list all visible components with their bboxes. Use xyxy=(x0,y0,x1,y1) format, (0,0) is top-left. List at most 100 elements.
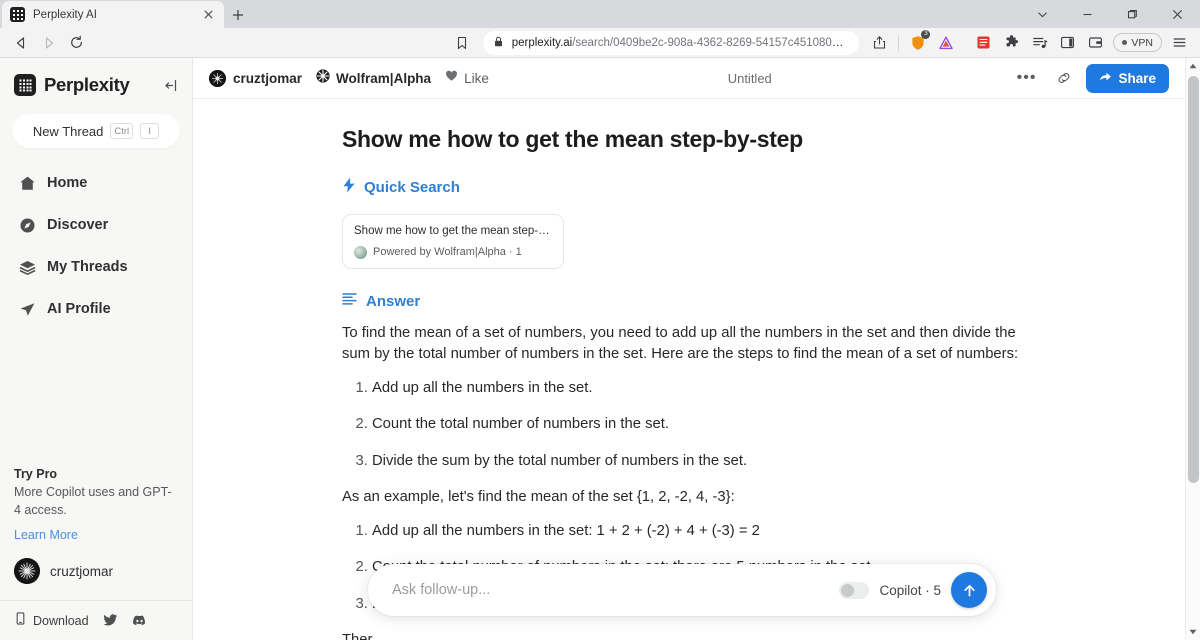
avatar xyxy=(14,558,40,584)
copilot-toggle[interactable] xyxy=(839,581,870,599)
app-sidebar: Perplexity New Thread Ctrl I Home Discov… xyxy=(0,58,193,640)
home-icon xyxy=(18,175,36,192)
new-thread-label: New Thread xyxy=(32,123,104,139)
wallet-icon[interactable] xyxy=(1082,30,1109,56)
address-bar[interactable]: perplexity.ai/search/0409be2c-908a-4362-… xyxy=(482,30,860,55)
main-content: cruztjomar Wolfram|Alpha Like Untitled •… xyxy=(193,58,1185,640)
sidebar-user[interactable]: cruztjomar xyxy=(0,544,192,600)
sidebar-panel-icon[interactable] xyxy=(1054,30,1081,56)
answer-label: Answer xyxy=(366,292,421,310)
sidebar-item-discover[interactable]: Discover xyxy=(0,204,192,246)
followup-bar[interactable]: Ask follow-up... Copilot · 5 xyxy=(368,564,996,616)
scroll-down-arrow-icon[interactable] xyxy=(1189,624,1197,640)
scroll-up-arrow-icon[interactable] xyxy=(1189,58,1197,74)
try-pro-description: More Copilot uses and GPT-4 access. xyxy=(14,484,172,517)
twitter-icon[interactable] xyxy=(103,613,118,628)
browser-tab[interactable]: Perplexity AI xyxy=(2,1,224,28)
followup-input[interactable]: Ask follow-up... xyxy=(392,582,829,598)
lightning-icon xyxy=(342,177,356,198)
sidebar-footer: Download xyxy=(0,600,192,640)
wolfram-source-favicon xyxy=(354,245,367,259)
maximize-icon[interactable] xyxy=(1110,0,1155,28)
shortcut-key-i: I xyxy=(140,123,160,139)
grid-icon xyxy=(10,7,25,22)
scrollbar-track[interactable] xyxy=(1186,74,1200,624)
learn-more-link[interactable]: Learn More xyxy=(14,528,78,542)
collapse-sidebar-icon[interactable] xyxy=(163,78,178,93)
thread-title[interactable]: Untitled xyxy=(503,71,997,86)
close-icon[interactable] xyxy=(1155,0,1200,28)
scrollbar-thumb[interactable] xyxy=(1187,76,1199,483)
sidebar-nav: Home Discover My Threads AI Profile xyxy=(0,162,192,330)
red-extension-icon[interactable] xyxy=(970,30,997,56)
tab-strip: Perplexity AI xyxy=(0,0,1200,28)
brave-triangle-icon[interactable] xyxy=(932,30,959,56)
page-scrollbar[interactable] xyxy=(1185,58,1200,640)
more-options-button[interactable]: ••• xyxy=(1011,69,1043,87)
brave-shield-icon[interactable]: 3 xyxy=(904,29,931,56)
thread-inner: Show me how to get the mean step-by-step… xyxy=(342,125,1028,640)
reload-icon[interactable] xyxy=(63,30,90,56)
source-card-meta-text: Powered by Wolfram|Alpha · 1 xyxy=(373,246,522,259)
chevron-down-icon[interactable] xyxy=(1020,0,1065,28)
source-card[interactable]: Show me how to get the mean step-… Power… xyxy=(342,213,564,269)
try-pro-title: Try Pro xyxy=(14,466,58,481)
sidebar-user-name: cruztjomar xyxy=(50,563,114,579)
new-thread-button[interactable]: New Thread Ctrl I xyxy=(12,114,180,148)
share-button[interactable]: Share xyxy=(1086,63,1169,93)
phone-icon xyxy=(14,611,27,630)
puzzle-icon[interactable] xyxy=(998,30,1025,56)
model-chip[interactable]: Wolfram|Alpha xyxy=(316,68,432,88)
bookmark-icon[interactable] xyxy=(449,30,476,56)
share-icon[interactable] xyxy=(866,30,893,56)
page-title: Show me how to get the mean step-by-step xyxy=(342,126,803,152)
topbar-user[interactable]: cruztjomar xyxy=(209,69,303,87)
brand-name: Perplexity xyxy=(44,74,130,95)
quick-search-header[interactable]: Quick Search xyxy=(342,177,1028,198)
forward-arrow-icon xyxy=(35,30,62,56)
sidebar-item-ai-profile[interactable]: AI Profile xyxy=(0,288,192,330)
close-icon[interactable] xyxy=(200,7,216,23)
avatar xyxy=(209,69,226,87)
shield-badge-count: 3 xyxy=(921,29,931,39)
hamburger-menu-icon[interactable] xyxy=(1166,30,1193,56)
link-icon[interactable] xyxy=(1056,70,1072,86)
playlist-icon[interactable] xyxy=(1026,30,1053,56)
sidebar-label-discover: Discover xyxy=(47,217,109,233)
discord-icon[interactable] xyxy=(132,613,147,628)
vpn-label: VPN xyxy=(1131,36,1153,49)
minimize-icon[interactable] xyxy=(1065,0,1110,28)
send-button[interactable] xyxy=(951,572,987,608)
wolfram-icon xyxy=(316,68,330,88)
answer-header: Answer xyxy=(342,292,1028,311)
compass-icon xyxy=(18,217,36,234)
sidebar-label-ai-profile: AI Profile xyxy=(47,301,111,317)
send-plane-icon xyxy=(18,301,36,318)
source-card-meta: Powered by Wolfram|Alpha · 1 xyxy=(354,245,552,259)
new-tab-button[interactable] xyxy=(224,2,252,28)
copilot-toggle-knob xyxy=(841,583,855,597)
vpn-status-dot xyxy=(1122,40,1128,45)
back-arrow-icon[interactable] xyxy=(7,30,34,56)
sidebar-item-my-threads[interactable]: My Threads xyxy=(0,246,192,288)
download-link[interactable]: Download xyxy=(14,611,89,630)
list-item: Add up all the numbers in the set: 1 + 2… xyxy=(372,521,1028,542)
share-arrow-icon xyxy=(1099,70,1112,86)
answer-intro: To find the mean of a set of numbers, yo… xyxy=(342,324,1019,363)
browser-toolbar: perplexity.ai/search/0409be2c-908a-4362-… xyxy=(0,28,1200,58)
answer-steps-list: Add up all the numbers in the set. Count… xyxy=(342,378,1028,472)
vpn-toggle[interactable]: VPN xyxy=(1113,33,1162,52)
like-button[interactable]: Like xyxy=(445,69,489,87)
thread-topbar: cruztjomar Wolfram|Alpha Like Untitled •… xyxy=(193,58,1185,99)
sidebar-item-home[interactable]: Home xyxy=(0,162,192,204)
url-host: perplexity.ai xyxy=(511,36,573,49)
list-item: Count the total number of numbers in the… xyxy=(372,414,1028,435)
url-path: /search/0409be2c-908a-4362-8269-54157c45… xyxy=(572,36,850,49)
topbar-user-name: cruztjomar xyxy=(233,70,303,86)
answer-conclusion: Ther xyxy=(342,630,1028,640)
like-label: Like xyxy=(464,70,489,86)
url-text: perplexity.ai/search/0409be2c-908a-4362-… xyxy=(512,37,850,49)
model-chip-label: Wolfram|Alpha xyxy=(336,70,432,86)
tab-title: Perplexity AI xyxy=(33,8,97,21)
